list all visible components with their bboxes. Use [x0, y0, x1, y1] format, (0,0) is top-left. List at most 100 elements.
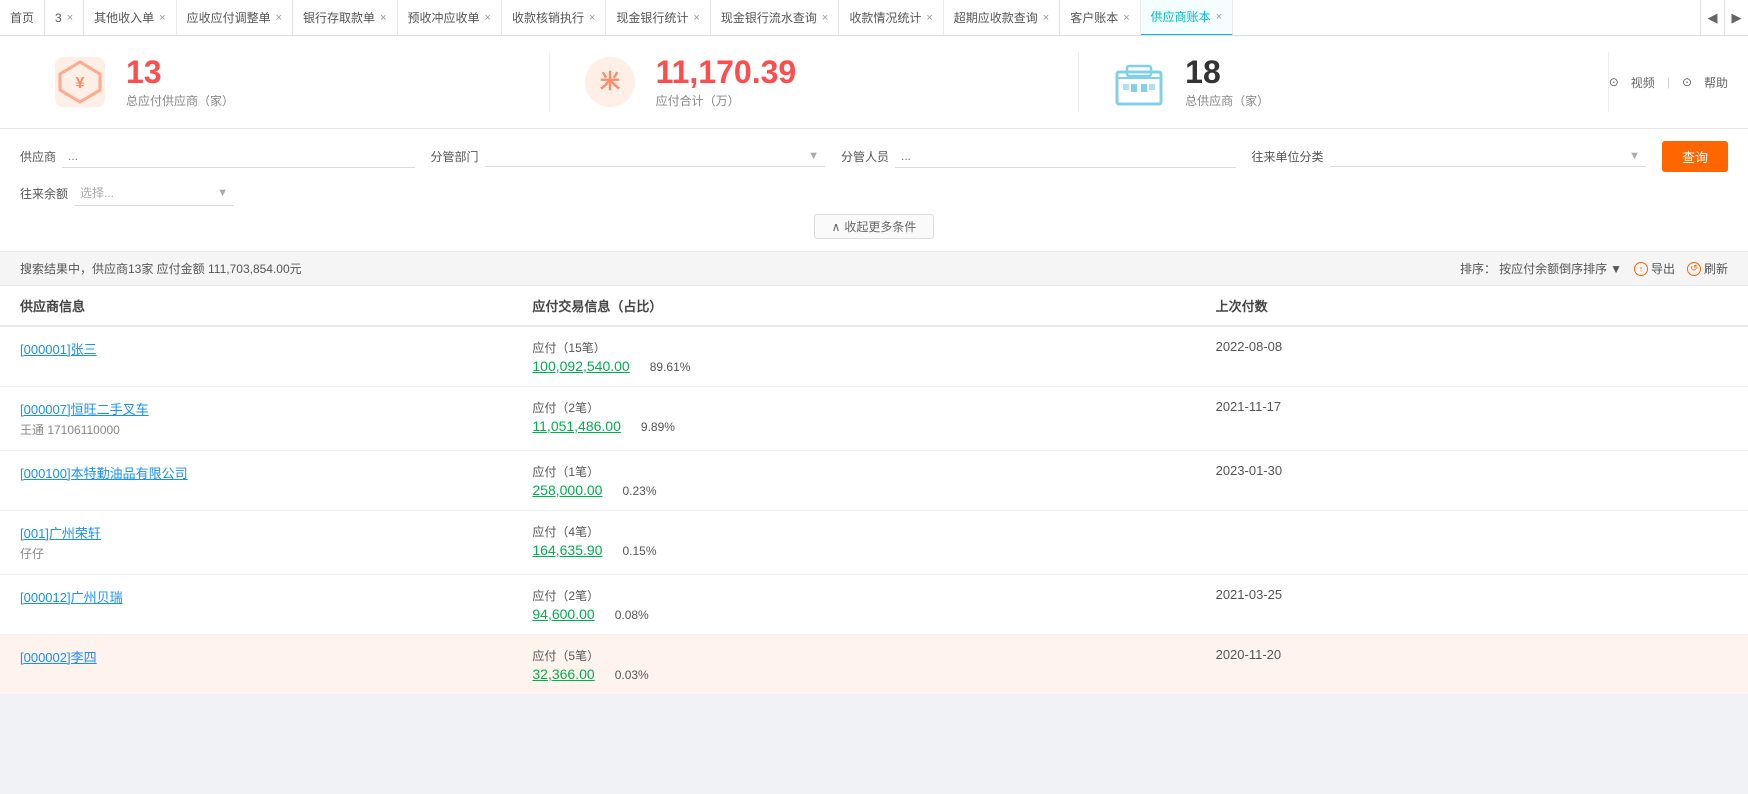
vendor-link[interactable]: [000001]张三: [20, 342, 97, 357]
dept-select[interactable]: ▼: [485, 146, 825, 167]
filter-dept: 分管部门 ▼: [431, 146, 826, 167]
nav-tab-ar-ap-adjust[interactable]: 应收应付调整单 ×: [177, 0, 293, 36]
close-tab-other-income[interactable]: ×: [159, 12, 165, 24]
last-payment-cell: 2021-03-25: [1216, 587, 1728, 602]
close-tab-receipt-verify[interactable]: ×: [589, 12, 595, 24]
ap-label: 应付（2笔）: [532, 399, 1215, 416]
close-tab-receipt-stat[interactable]: ×: [926, 12, 932, 24]
vendor-info-cell: [000007]恒旺二手叉车 王通 17106110000: [20, 399, 532, 438]
balance-select[interactable]: 选择... ▼: [74, 180, 234, 206]
transaction-cell: 应付（2笔） 94,600.00 0.08%: [532, 587, 1215, 622]
divider: |: [1667, 75, 1670, 89]
table-row: [000012]广州贝瑞 应付（2笔） 94,600.00 0.08% 2021…: [0, 575, 1748, 635]
nav-next-arrow[interactable]: ▶: [1724, 0, 1748, 36]
nav-tab-3[interactable]: 3 ×: [45, 0, 84, 36]
ap-amount[interactable]: 258,000.00: [532, 482, 602, 498]
transaction-row: 32,366.00 0.03%: [532, 664, 1215, 682]
nav-tab-overdue-ar[interactable]: 超期应收款查询 ×: [944, 0, 1060, 36]
close-tab-ar-ap-adjust[interactable]: ×: [276, 12, 282, 24]
ap-amount[interactable]: 164,635.90: [532, 542, 602, 558]
ap-amount[interactable]: 100,092,540.00: [532, 358, 629, 374]
last-payment-cell: 2022-08-08: [1216, 339, 1728, 354]
query-button[interactable]: 查询: [1662, 141, 1728, 172]
ap-pct: 0.23%: [622, 484, 656, 498]
close-tab-3[interactable]: ×: [67, 12, 73, 24]
ap-label: 应付（1笔）: [532, 463, 1215, 480]
close-tab-cash-bank-flow[interactable]: ×: [822, 12, 828, 24]
ap-amount[interactable]: 94,600.00: [532, 606, 594, 622]
table-row: [000001]张三 应付（15笔） 100,092,540.00 89.61%…: [0, 327, 1748, 387]
vendor-info-cell: [000001]张三: [20, 339, 532, 358]
nav-tab-vendor-book[interactable]: 供应商账本 ×: [1141, 0, 1233, 36]
nav-tab-home[interactable]: 首页: [0, 0, 45, 36]
top-right-links: ⊙ 视频 | ⊙ 帮助: [1609, 52, 1728, 112]
vendor-link[interactable]: [001]广州荣轩: [20, 526, 101, 541]
close-tab-vendor-book[interactable]: ×: [1216, 11, 1222, 23]
vendor-input[interactable]: [62, 145, 414, 168]
export-button[interactable]: ↑ 导出: [1634, 260, 1675, 277]
balance-arrow-icon: ▼: [217, 187, 228, 199]
transaction-row: 164,635.90 0.15%: [532, 540, 1215, 558]
last-payment-cell: 2020-11-20: [1216, 647, 1728, 662]
table-row: [001]广州荣轩 仔仔 应付（4笔） 164,635.90 0.15%: [0, 511, 1748, 575]
close-tab-prepaid-charge[interactable]: ×: [485, 12, 491, 24]
ap-pct: 0.08%: [615, 608, 649, 622]
nav-tab-prepaid-charge[interactable]: 预收冲应收单 ×: [398, 0, 502, 36]
filter-row-2: 往来余额 选择... ▼: [20, 180, 1728, 206]
nav-tab-cash-bank-flow[interactable]: 现金银行流水查询 ×: [711, 0, 839, 36]
ap-label: 应付（5笔）: [532, 647, 1215, 664]
refresh-button[interactable]: ↺ 刷新: [1687, 260, 1728, 277]
sort-value: 按应付余额倒序排序: [1499, 260, 1607, 277]
ap-amount[interactable]: 11,051,486.00: [532, 418, 621, 434]
help-link[interactable]: 帮助: [1704, 74, 1728, 91]
nav-prev-arrow[interactable]: ◀: [1700, 0, 1724, 36]
stat-ap-vendors: ¥ 13 总应付供应商（家）: [20, 52, 550, 112]
transaction-row: 258,000.00 0.23%: [532, 480, 1215, 498]
transaction-row: 100,092,540.00 89.61%: [532, 356, 1215, 374]
dept-arrow-icon: ▼: [808, 150, 819, 162]
vendor-info-cell: [000100]本特勤油品有限公司: [20, 463, 532, 482]
transaction-row: 94,600.00 0.08%: [532, 604, 1215, 622]
stat-ap-total: 米 11,170.39 应付合计（万）: [550, 52, 1080, 112]
col-last-payment: 上次付数: [1216, 296, 1728, 315]
nav-tab-customer-book[interactable]: 客户账本 ×: [1060, 0, 1140, 36]
nav-tab-receipt-stat[interactable]: 收款情况统计 ×: [839, 0, 943, 36]
vendor-contact: 仔仔: [20, 545, 532, 562]
nav-tab-other-income[interactable]: 其他收入单 ×: [84, 0, 176, 36]
vendor-info-cell: [001]广州荣轩 仔仔: [20, 523, 532, 562]
nav-tab-receipt-verify[interactable]: 收款核销执行 ×: [502, 0, 606, 36]
balance-label: 往来余额: [20, 185, 68, 202]
ap-amount[interactable]: 32,366.00: [532, 666, 594, 682]
total-vendors-number: 18: [1185, 56, 1269, 88]
nav-tab-cash-bank-stat[interactable]: 现金银行统计 ×: [606, 0, 710, 36]
person-label: 分管人员: [841, 148, 889, 165]
nav-tab-bank-deposit[interactable]: 银行存取款单 ×: [293, 0, 397, 36]
transaction-cell: 应付（4笔） 164,635.90 0.15%: [532, 523, 1215, 558]
vendor-link[interactable]: [000012]广州贝瑞: [20, 590, 123, 605]
unit-class-label: 往来单位分类: [1252, 148, 1324, 165]
sort-button[interactable]: 排序： 按应付余额倒序排序 ▼: [1460, 260, 1622, 277]
vendor-info-cell: [000012]广州贝瑞: [20, 587, 532, 606]
close-tab-bank-deposit[interactable]: ×: [380, 12, 386, 24]
export-label: 导出: [1651, 260, 1675, 277]
unit-class-arrow-icon: ▼: [1629, 150, 1640, 162]
vendor-link[interactable]: [000100]本特勤油品有限公司: [20, 466, 188, 481]
vendor-link[interactable]: [000007]恒旺二手叉车: [20, 402, 149, 417]
collapse-button[interactable]: ∧ 收起更多条件: [814, 214, 934, 239]
person-input[interactable]: [895, 145, 1235, 168]
unit-class-select[interactable]: ▼: [1330, 146, 1646, 167]
transaction-cell: 应付（5笔） 32,366.00 0.03%: [532, 647, 1215, 682]
stat-ap-total-info: 11,170.39 应付合计（万）: [656, 56, 797, 109]
col-ap-transaction: 应付交易信息（占比）: [532, 296, 1215, 315]
results-summary: 搜索结果中，供应商13家 应付金额 111,703,854.00元: [20, 260, 302, 277]
close-tab-customer-book[interactable]: ×: [1123, 12, 1129, 24]
total-vendors-label: 总供应商（家）: [1185, 92, 1269, 109]
close-tab-overdue-ar[interactable]: ×: [1043, 12, 1049, 24]
export-icon: ↑: [1634, 262, 1648, 276]
close-tab-cash-bank-stat[interactable]: ×: [693, 12, 699, 24]
transaction-row: 11,051,486.00 9.89%: [532, 416, 1215, 434]
vendor-link[interactable]: [000002]李四: [20, 650, 97, 665]
video-link[interactable]: 视频: [1631, 74, 1655, 91]
ap-pct: 0.03%: [615, 668, 649, 682]
filter-vendor: 供应商: [20, 145, 415, 168]
